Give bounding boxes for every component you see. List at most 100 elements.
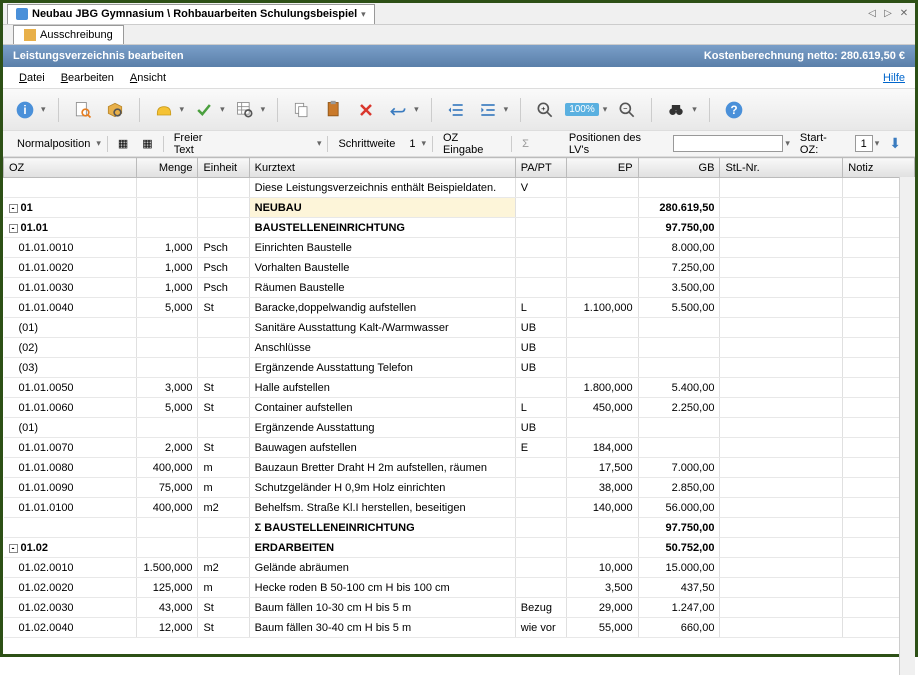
- cell-gb[interactable]: 97.750,00: [638, 518, 720, 538]
- cell-gb[interactable]: 1.247,00: [638, 598, 720, 618]
- cell-oz[interactable]: 01.01.0070: [4, 438, 137, 458]
- cell-papt[interactable]: [515, 258, 566, 278]
- dropdown-icon[interactable]: ▾: [504, 104, 509, 115]
- cell-menge[interactable]: 43,000: [137, 598, 198, 618]
- cell-einheit[interactable]: [198, 318, 249, 338]
- grid1-icon[interactable]: ▦: [114, 135, 132, 152]
- expand-toggle[interactable]: -: [9, 204, 18, 213]
- dropdown-icon[interactable]: ▾: [603, 104, 608, 115]
- table-row[interactable]: 01.01.00503,000StHalle aufstellen1.800,0…: [4, 378, 915, 398]
- dropdown-icon[interactable]: ▾: [220, 104, 225, 115]
- cell-gb[interactable]: 15.000,00: [638, 558, 720, 578]
- cell-gb[interactable]: 7.000,00: [638, 458, 720, 478]
- cell-einheit[interactable]: m: [198, 458, 249, 478]
- cell-oz[interactable]: [4, 178, 137, 198]
- cell-ep[interactable]: 10,000: [566, 558, 638, 578]
- cell-ep[interactable]: [566, 238, 638, 258]
- cell-oz[interactable]: -01.01: [4, 218, 137, 238]
- cell-papt[interactable]: [515, 578, 566, 598]
- cell-kurztext[interactable]: Behelfsm. Straße Kl.I herstellen, beseit…: [249, 498, 515, 518]
- cell-ep[interactable]: 184,000: [566, 438, 638, 458]
- table-row[interactable]: 01.02.004012,000StBaum fällen 30-40 cm H…: [4, 618, 915, 638]
- cell-papt[interactable]: UB: [515, 318, 566, 338]
- indent-icon[interactable]: [476, 98, 500, 122]
- cell-menge[interactable]: 12,000: [137, 618, 198, 638]
- hardhat-icon[interactable]: [152, 98, 176, 122]
- cell-gb[interactable]: [638, 318, 720, 338]
- cell-einheit[interactable]: Psch: [198, 238, 249, 258]
- sigma-icon[interactable]: Σ: [518, 136, 533, 152]
- info-icon[interactable]: i: [13, 98, 37, 122]
- table-row[interactable]: -01.01BAUSTELLENEINRICHTUNG97.750,00: [4, 218, 915, 238]
- cell-papt[interactable]: [515, 458, 566, 478]
- dropdown-icon[interactable]: ▾: [421, 138, 426, 149]
- cell-ep[interactable]: [566, 318, 638, 338]
- cell-oz[interactable]: (01): [4, 418, 137, 438]
- cell-gb[interactable]: 5.500,00: [638, 298, 720, 318]
- cell-ep[interactable]: 1.100,000: [566, 298, 638, 318]
- cell-stl[interactable]: [720, 238, 843, 258]
- opt-freier-text[interactable]: Freier Text: [170, 130, 229, 158]
- cell-einheit[interactable]: St: [198, 598, 249, 618]
- cell-menge[interactable]: 2,000: [137, 438, 198, 458]
- cell-menge[interactable]: [137, 358, 198, 378]
- cell-ep[interactable]: 38,000: [566, 478, 638, 498]
- opt-normalposition[interactable]: Normalposition: [13, 136, 94, 152]
- cell-kurztext[interactable]: Gelände abräumen: [249, 558, 515, 578]
- cell-stl[interactable]: [720, 298, 843, 318]
- cell-oz[interactable]: [4, 518, 137, 538]
- table-row[interactable]: 01.02.00101.500,000m2Gelände abräumen10,…: [4, 558, 915, 578]
- arrow-down-icon[interactable]: ⬇: [885, 133, 905, 154]
- table-row[interactable]: (01)Ergänzende AusstattungUB: [4, 418, 915, 438]
- cell-kurztext[interactable]: Baracke,doppelwandig aufstellen: [249, 298, 515, 318]
- cell-ep[interactable]: [566, 418, 638, 438]
- table-row[interactable]: Diese Leistungsverzeichnis enthält Beisp…: [4, 178, 915, 198]
- subtab-ausschreibung[interactable]: Ausschreibung: [13, 25, 124, 44]
- copy-icon[interactable]: [290, 98, 314, 122]
- cell-papt[interactable]: Bezug: [515, 598, 566, 618]
- cell-stl[interactable]: [720, 618, 843, 638]
- cell-oz[interactable]: 01.01.0010: [4, 238, 137, 258]
- cell-einheit[interactable]: m2: [198, 558, 249, 578]
- cell-gb[interactable]: 2.850,00: [638, 478, 720, 498]
- cell-menge[interactable]: [137, 338, 198, 358]
- cell-oz[interactable]: 01.02.0030: [4, 598, 137, 618]
- cell-ep[interactable]: [566, 218, 638, 238]
- table-row[interactable]: 01.01.00405,000StBaracke,doppelwandig au…: [4, 298, 915, 318]
- cell-ep[interactable]: [566, 358, 638, 378]
- cell-menge[interactable]: [137, 538, 198, 558]
- cell-einheit[interactable]: St: [198, 618, 249, 638]
- table-row[interactable]: -01NEUBAU280.619,50: [4, 198, 915, 218]
- cell-ep[interactable]: [566, 518, 638, 538]
- cell-menge[interactable]: 400,000: [137, 498, 198, 518]
- cell-oz[interactable]: -01: [4, 198, 137, 218]
- cell-einheit[interactable]: [198, 198, 249, 218]
- cell-stl[interactable]: [720, 398, 843, 418]
- cell-kurztext[interactable]: Hecke roden B 50-100 cm H bis 100 cm: [249, 578, 515, 598]
- cell-menge[interactable]: [137, 318, 198, 338]
- cell-kurztext[interactable]: Vorhalten Baustelle: [249, 258, 515, 278]
- cell-gb[interactable]: 8.000,00: [638, 238, 720, 258]
- cell-stl[interactable]: [720, 358, 843, 378]
- cell-kurztext[interactable]: Σ BAUSTELLENEINRICHTUNG: [249, 518, 515, 538]
- cell-gb[interactable]: 97.750,00: [638, 218, 720, 238]
- opt-schrittweite-val[interactable]: 1: [405, 136, 419, 152]
- cell-menge[interactable]: [137, 518, 198, 538]
- expand-toggle[interactable]: -: [9, 224, 18, 233]
- cell-papt[interactable]: [515, 278, 566, 298]
- cell-papt[interactable]: V: [515, 178, 566, 198]
- cell-stl[interactable]: [720, 318, 843, 338]
- table-row[interactable]: -01.02ERDARBEITEN50.752,00: [4, 538, 915, 558]
- cell-menge[interactable]: 5,000: [137, 398, 198, 418]
- table-row[interactable]: (01)Sanitäre Ausstattung Kalt-/Warmwasse…: [4, 318, 915, 338]
- cell-menge[interactable]: [137, 178, 198, 198]
- grid-search-icon[interactable]: [233, 98, 257, 122]
- cell-menge[interactable]: 1,000: [137, 278, 198, 298]
- zoom-in-icon[interactable]: +: [533, 98, 557, 122]
- cell-ep[interactable]: 29,000: [566, 598, 638, 618]
- table-row[interactable]: 01.01.009075,000mSchutzgeländer H 0,9m H…: [4, 478, 915, 498]
- cell-menge[interactable]: [137, 218, 198, 238]
- dropdown-icon[interactable]: ▾: [41, 104, 46, 115]
- dropdown-icon[interactable]: ▾: [317, 138, 322, 149]
- col-ep[interactable]: EP: [566, 158, 638, 178]
